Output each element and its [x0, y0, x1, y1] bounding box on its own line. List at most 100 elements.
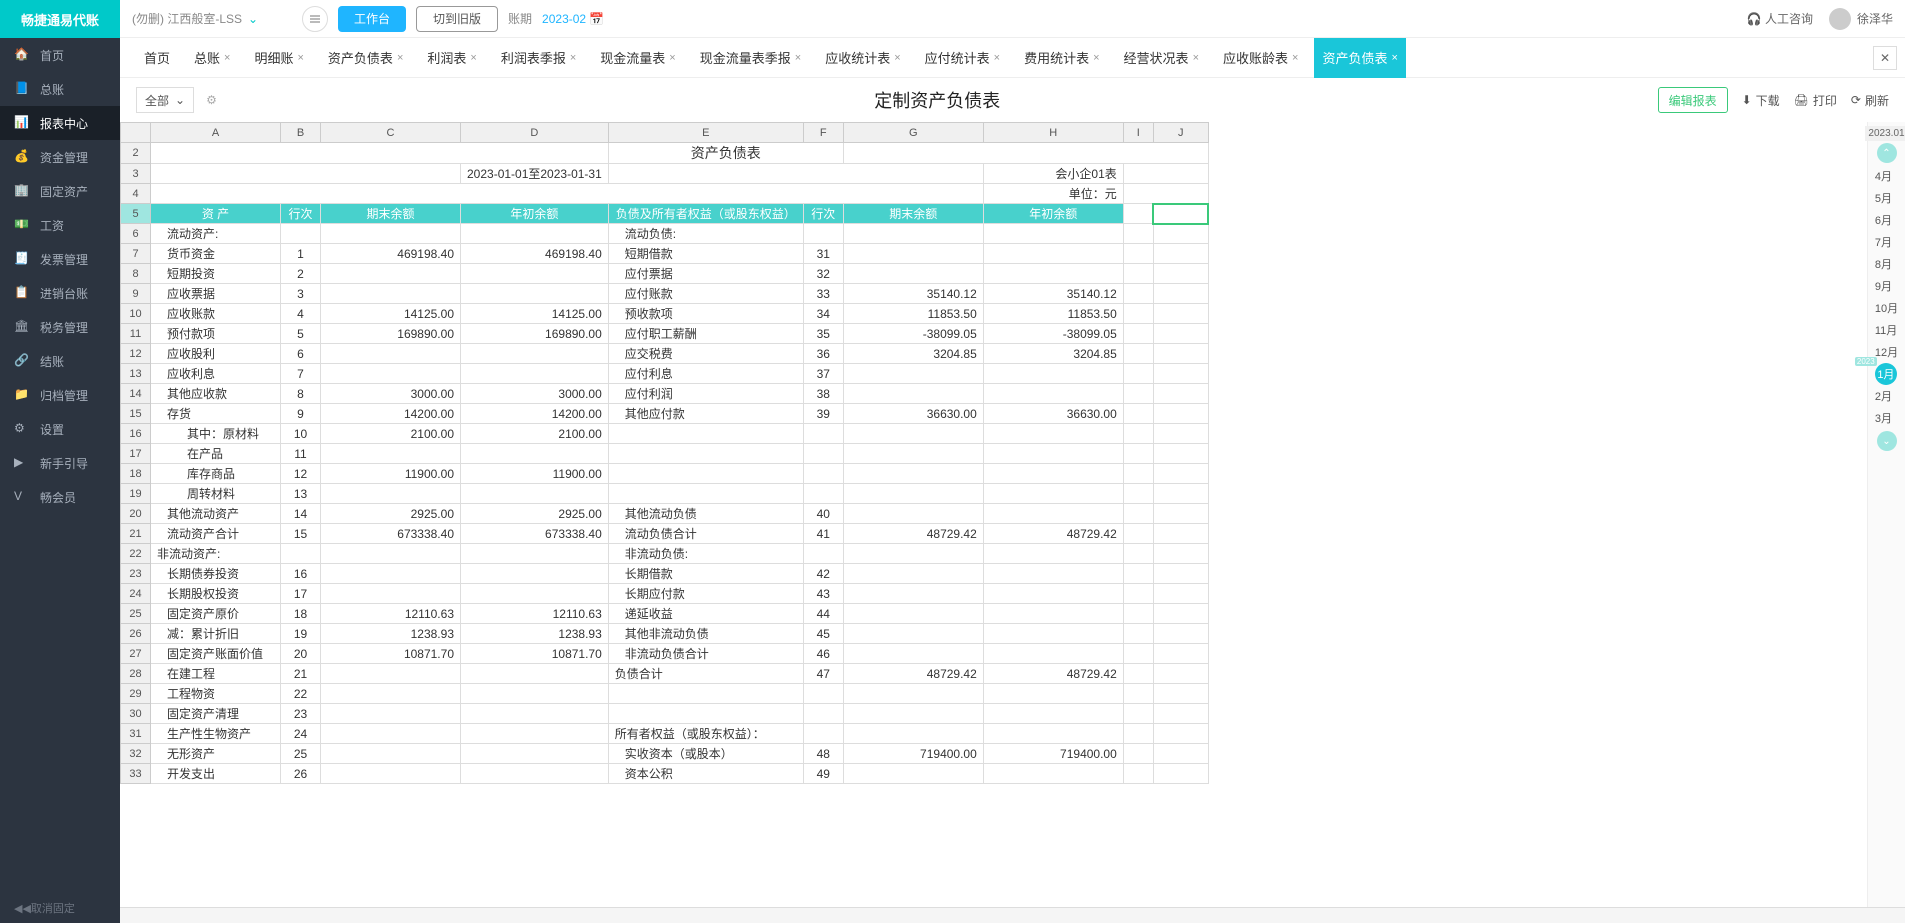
workbench-button[interactable]: 工作台 [338, 6, 406, 32]
ledger-icon: 📘 [14, 81, 30, 97]
salary-icon: 💵 [14, 217, 30, 233]
tab-close-icon[interactable]: × [224, 52, 230, 64]
tab-close-icon[interactable]: × [1391, 52, 1397, 64]
user-menu[interactable]: 徐泽华 [1829, 8, 1893, 30]
month-9月[interactable]: 9月 [1875, 275, 1898, 297]
tab-close-icon[interactable]: × [1193, 52, 1199, 64]
refresh-button[interactable]: ⟳ 刷新 [1851, 92, 1889, 109]
list-icon-button[interactable] [302, 6, 328, 32]
col-header-C[interactable]: C [321, 123, 461, 143]
tab-1[interactable]: 总账× [186, 38, 238, 78]
tab-12[interactable]: 应收账龄表× [1215, 38, 1306, 78]
list-icon [308, 12, 322, 26]
horizontal-scrollbar[interactable] [120, 907, 1905, 923]
edit-report-button[interactable]: 编辑报表 [1658, 87, 1728, 113]
col-header-F[interactable]: F [803, 123, 843, 143]
month-scroll-down[interactable]: ⌄ [1877, 431, 1897, 451]
tab-close-icon[interactable]: × [397, 52, 403, 64]
support-link[interactable]: 🎧 人工咨询 [1747, 10, 1813, 27]
tab-3[interactable]: 资产负债表× [320, 38, 411, 78]
nav-invoice[interactable]: 🧾发票管理 [0, 242, 120, 276]
close-all-tabs-button[interactable]: ✕ [1873, 46, 1897, 70]
tab-close-icon[interactable]: × [1093, 52, 1099, 64]
month-10月[interactable]: 10月 [1875, 297, 1898, 319]
month-6月[interactable]: 6月 [1875, 209, 1898, 231]
page-title: 定制资产负债表 [229, 87, 1646, 113]
asset-icon: 🏢 [14, 183, 30, 199]
col-header-A[interactable]: A [151, 123, 281, 143]
tab-5[interactable]: 利润表季报× [493, 38, 584, 78]
tab-0[interactable]: 首页 [136, 38, 178, 78]
month-8月[interactable]: 8月 [1875, 253, 1898, 275]
tab-6[interactable]: 现金流量表× [592, 38, 683, 78]
col-header-I[interactable]: I [1123, 123, 1153, 143]
company-selector[interactable]: (勿删) 江西般室-LSS⌄ [132, 10, 292, 27]
nav-asset[interactable]: 🏢固定资产 [0, 174, 120, 208]
home-icon: 🏠 [14, 47, 30, 63]
nav-vip[interactable]: V畅会员 [0, 480, 120, 514]
col-header-H[interactable]: H [983, 123, 1123, 143]
tab-2[interactable]: 明细账× [246, 38, 311, 78]
nav-salary[interactable]: 💵工资 [0, 208, 120, 242]
tab-close-icon[interactable]: × [994, 52, 1000, 64]
month-12月[interactable]: 12月 [1875, 341, 1898, 363]
tab-11[interactable]: 经营状况表× [1116, 38, 1207, 78]
month-5月[interactable]: 5月 [1875, 187, 1898, 209]
col-header-G[interactable]: G [843, 123, 983, 143]
nav-guide[interactable]: ▶新手引导 [0, 446, 120, 480]
switch-old-button[interactable]: 切到旧版 [416, 6, 498, 32]
spreadsheet[interactable]: ABCDEFGHIJ2资产负债表32023-01-01至2023-01-31会小… [120, 122, 1867, 907]
settings-icon[interactable]: ⚙ [206, 93, 217, 107]
print-button[interactable]: 🖨 打印 [1794, 92, 1837, 109]
nav-report[interactable]: 📊报表中心 [0, 106, 120, 140]
download-button[interactable]: ⬇ 下载 [1742, 92, 1780, 109]
tab-close-icon[interactable]: × [894, 52, 900, 64]
nav-setting[interactable]: ⚙设置 [0, 412, 120, 446]
month-3月[interactable]: 3月 [1875, 407, 1898, 429]
tab-7[interactable]: 现金流量表季报× [692, 38, 809, 78]
tab-13[interactable]: 资产负债表× [1314, 38, 1405, 78]
period-label: 账期 [508, 10, 532, 27]
month-scroll-up[interactable]: ⌃ [1877, 143, 1897, 163]
tab-close-icon[interactable]: × [297, 52, 303, 64]
nav-close[interactable]: 🔗结账 [0, 344, 120, 378]
col-header-D[interactable]: D [461, 123, 609, 143]
nav-home[interactable]: 🏠首页 [0, 38, 120, 72]
tax-icon: 🏛 [14, 319, 30, 335]
nav-ledger[interactable]: 📘总账 [0, 72, 120, 106]
col-header-J[interactable]: J [1153, 123, 1208, 143]
tab-close-icon[interactable]: × [570, 52, 576, 64]
month-7月[interactable]: 7月 [1875, 231, 1898, 253]
month-2月[interactable]: 2月 [1875, 385, 1898, 407]
tab-close-icon[interactable]: × [1292, 52, 1298, 64]
year-tag[interactable]: 2023.01 [1865, 126, 1905, 141]
fund-icon: 💰 [14, 149, 30, 165]
month-11月[interactable]: 11月 [1875, 319, 1898, 341]
col-header-B[interactable]: B [281, 123, 321, 143]
tab-close-icon[interactable]: × [795, 52, 801, 64]
setting-icon: ⚙ [14, 421, 30, 437]
guide-icon: ▶ [14, 455, 30, 471]
tab-4[interactable]: 利润表× [419, 38, 484, 78]
close-icon: 🔗 [14, 353, 30, 369]
pin-toggle[interactable]: ◀◀取消固定 [0, 893, 120, 923]
invoice-icon: 🧾 [14, 251, 30, 267]
tab-10[interactable]: 费用统计表× [1016, 38, 1107, 78]
nav-tax[interactable]: 🏛税务管理 [0, 310, 120, 344]
app-logo: 畅捷通易代账 [0, 0, 120, 38]
month-4月[interactable]: 4月 [1875, 165, 1898, 187]
vip-icon: V [14, 489, 30, 505]
month-1月[interactable]: 1月 [1875, 363, 1897, 385]
nav-inout[interactable]: 📋进销台账 [0, 276, 120, 310]
tab-9[interactable]: 应付统计表× [917, 38, 1008, 78]
col-header-E[interactable]: E [608, 123, 803, 143]
tab-close-icon[interactable]: × [669, 52, 675, 64]
avatar-icon [1829, 8, 1851, 30]
period-picker[interactable]: 2023-02 📅 [542, 12, 604, 26]
nav-archive[interactable]: 📁归档管理 [0, 378, 120, 412]
tab-8[interactable]: 应收统计表× [817, 38, 908, 78]
nav-fund[interactable]: 💰资金管理 [0, 140, 120, 174]
tab-close-icon[interactable]: × [470, 52, 476, 64]
report-icon: 📊 [14, 115, 30, 131]
filter-dropdown[interactable]: 全部⌄ [136, 87, 194, 113]
